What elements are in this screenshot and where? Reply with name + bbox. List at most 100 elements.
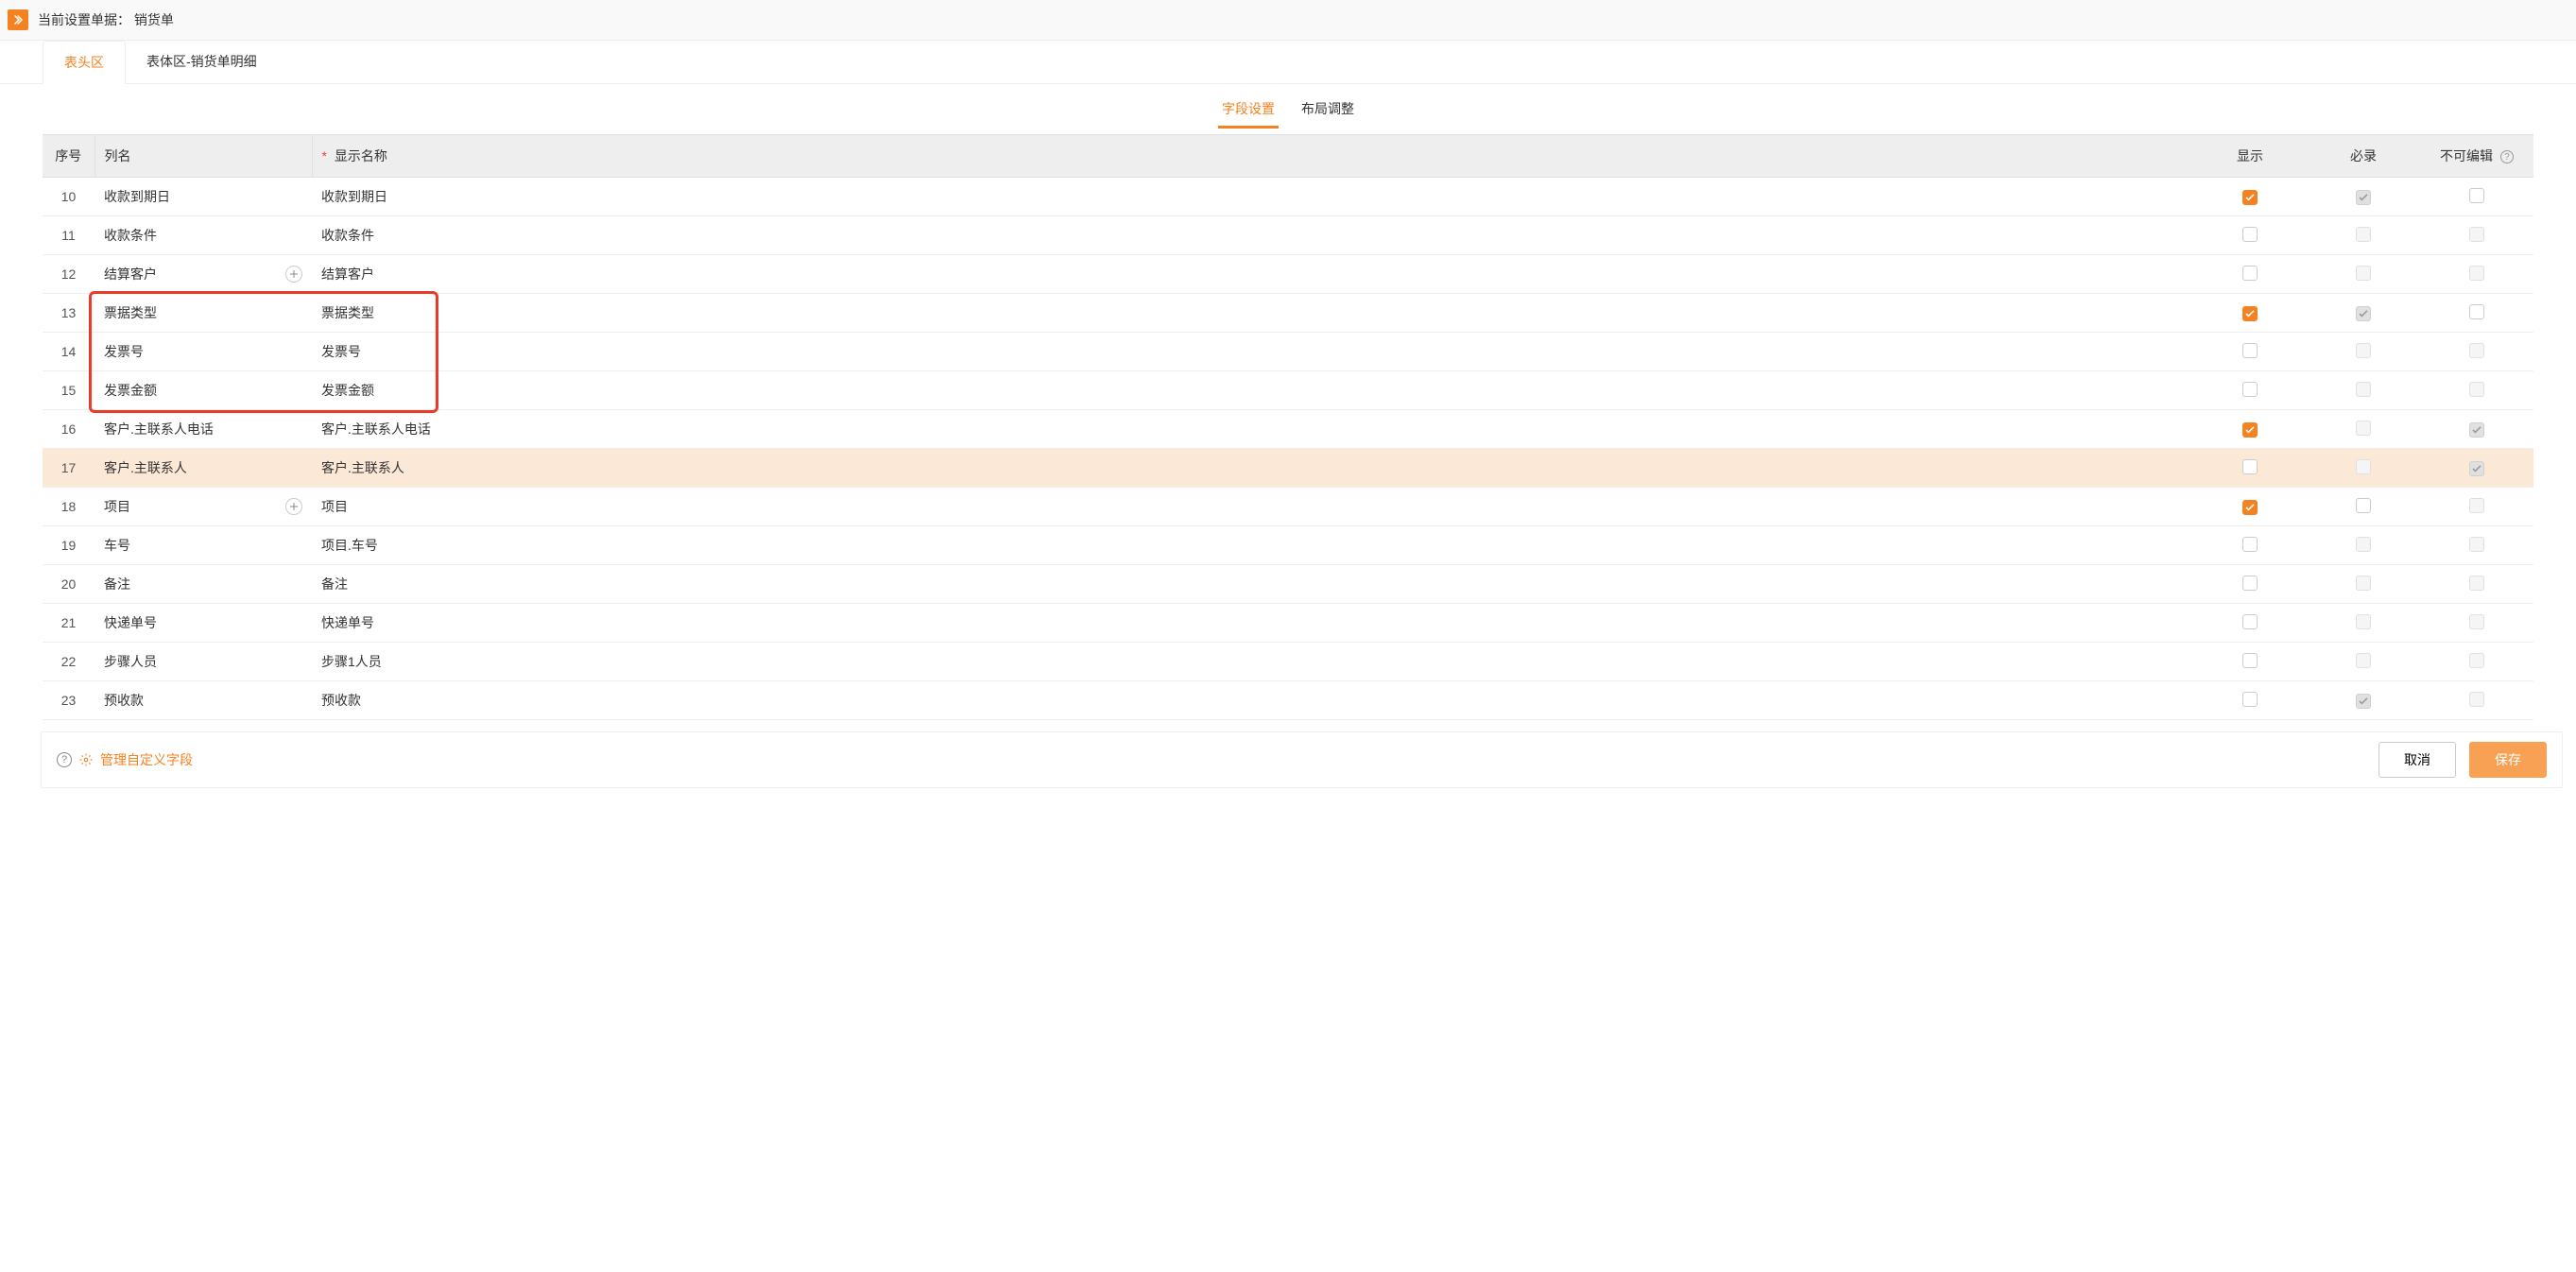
cell-name: 票据类型 xyxy=(94,294,312,333)
cell-display-name[interactable]: 客户.主联系人 xyxy=(312,449,2193,488)
readonly-checkbox xyxy=(2469,227,2484,242)
readonly-checkbox[interactable] xyxy=(2469,304,2484,319)
tab-0[interactable]: 表头区 xyxy=(43,41,126,84)
cell-name-text: 客户.主联系人 xyxy=(104,460,187,475)
show-checkbox[interactable] xyxy=(2242,500,2258,515)
show-checkbox[interactable] xyxy=(2242,459,2258,474)
cell-display-name[interactable]: 收款到期日 xyxy=(312,178,2193,216)
table-row: 19车号项目.车号 xyxy=(43,526,2533,565)
show-checkbox[interactable] xyxy=(2242,266,2258,281)
required-checkbox xyxy=(2356,227,2371,242)
footer-bar: ? 管理自定义字段 取消 保存 xyxy=(41,731,2563,788)
cell-show xyxy=(2193,294,2307,333)
cell-required xyxy=(2307,255,2420,294)
cell-seq: 14 xyxy=(43,333,94,371)
show-checkbox[interactable] xyxy=(2242,382,2258,397)
cell-name-text: 客户.主联系人电话 xyxy=(104,421,214,437)
table-row: 15发票金额发票金额 xyxy=(43,371,2533,410)
cell-display-name[interactable]: 预收款 xyxy=(312,681,2193,720)
cell-display-name[interactable]: 收款条件 xyxy=(312,216,2193,255)
readonly-checkbox[interactable] xyxy=(2469,188,2484,203)
cell-readonly xyxy=(2420,449,2533,488)
table-row: 21快递单号快递单号 xyxy=(43,604,2533,643)
show-checkbox[interactable] xyxy=(2242,576,2258,591)
show-checkbox[interactable] xyxy=(2242,190,2258,205)
readonly-checkbox xyxy=(2469,498,2484,513)
cell-readonly xyxy=(2420,488,2533,526)
add-button[interactable] xyxy=(285,498,302,515)
show-checkbox[interactable] xyxy=(2242,692,2258,707)
readonly-checkbox xyxy=(2469,692,2484,707)
col-header-seq: 序号 xyxy=(43,135,94,178)
readonly-checkbox xyxy=(2469,537,2484,552)
required-checkbox xyxy=(2356,343,2371,358)
show-checkbox[interactable] xyxy=(2242,614,2258,629)
col-header-readonly: 不可编辑 ? xyxy=(2420,135,2533,178)
collapse-button[interactable] xyxy=(8,9,28,30)
add-button[interactable] xyxy=(285,266,302,283)
sub-tabs: 字段设置布局调整 xyxy=(0,84,2576,134)
cell-seq: 11 xyxy=(43,216,94,255)
cell-readonly xyxy=(2420,333,2533,371)
help-icon[interactable]: ? xyxy=(2500,150,2514,163)
col-header-display: * 显示名称 xyxy=(312,135,2193,178)
cell-display-name[interactable]: 结算客户 xyxy=(312,255,2193,294)
header-title-prefix: 当前设置单据： xyxy=(38,12,130,27)
cell-show xyxy=(2193,681,2307,720)
cell-display-name[interactable]: 快递单号 xyxy=(312,604,2193,643)
cell-readonly xyxy=(2420,371,2533,410)
subtab-0[interactable]: 字段设置 xyxy=(1218,99,1279,129)
required-checkbox xyxy=(2356,614,2371,629)
cell-display-name[interactable]: 项目.车号 xyxy=(312,526,2193,565)
cell-show xyxy=(2193,216,2307,255)
table-row: 18项目项目 xyxy=(43,488,2533,526)
show-checkbox[interactable] xyxy=(2242,537,2258,552)
cell-display-name[interactable]: 项目 xyxy=(312,488,2193,526)
cell-required xyxy=(2307,488,2420,526)
cell-display-name[interactable]: 备注 xyxy=(312,565,2193,604)
cell-required xyxy=(2307,604,2420,643)
table-row: 16客户.主联系人电话客户.主联系人电话 xyxy=(43,410,2533,449)
manage-custom-fields-link[interactable]: 管理自定义字段 xyxy=(100,750,193,769)
show-checkbox[interactable] xyxy=(2242,653,2258,668)
cell-name: 收款条件 xyxy=(94,216,312,255)
cell-readonly xyxy=(2420,255,2533,294)
cancel-button[interactable]: 取消 xyxy=(2379,742,2456,778)
cell-seq: 10 xyxy=(43,178,94,216)
cell-seq: 20 xyxy=(43,565,94,604)
cell-show xyxy=(2193,604,2307,643)
cell-display-name[interactable]: 发票号 xyxy=(312,333,2193,371)
cell-show xyxy=(2193,333,2307,371)
cell-name-text: 发票金额 xyxy=(104,383,157,398)
cell-name: 快递单号 xyxy=(94,604,312,643)
show-checkbox[interactable] xyxy=(2242,422,2258,438)
tab-1[interactable]: 表体区-销货单明细 xyxy=(126,41,278,83)
cell-required xyxy=(2307,410,2420,449)
cell-readonly xyxy=(2420,294,2533,333)
cell-display-name[interactable]: 客户.主联系人电话 xyxy=(312,410,2193,449)
fields-table: 序号 列名 * 显示名称 显示 必录 不可编辑 ? 10 xyxy=(43,134,2533,720)
table-row: 14发票号发票号 xyxy=(43,333,2533,371)
cell-name-text: 收款条件 xyxy=(104,228,157,243)
cell-display-name[interactable]: 发票金额 xyxy=(312,371,2193,410)
cell-display-name[interactable]: 步骤1人员 xyxy=(312,643,2193,681)
readonly-checkbox xyxy=(2469,382,2484,397)
cell-required xyxy=(2307,681,2420,720)
save-button[interactable]: 保存 xyxy=(2469,742,2547,778)
help-icon[interactable]: ? xyxy=(57,752,72,767)
cell-required xyxy=(2307,178,2420,216)
show-checkbox[interactable] xyxy=(2242,306,2258,321)
subtab-1[interactable]: 布局调整 xyxy=(1297,99,1358,129)
cell-readonly xyxy=(2420,178,2533,216)
readonly-checkbox xyxy=(2469,266,2484,281)
cell-name: 车号 xyxy=(94,526,312,565)
show-checkbox[interactable] xyxy=(2242,343,2258,358)
show-checkbox[interactable] xyxy=(2242,227,2258,242)
cell-display-name[interactable]: 票据类型 xyxy=(312,294,2193,333)
required-checkbox xyxy=(2356,421,2371,436)
cell-required xyxy=(2307,565,2420,604)
cell-name: 收款到期日 xyxy=(94,178,312,216)
table-row: 11 收款条件 收款条件 xyxy=(43,216,2533,255)
cell-required xyxy=(2307,526,2420,565)
required-checkbox[interactable] xyxy=(2356,498,2371,513)
